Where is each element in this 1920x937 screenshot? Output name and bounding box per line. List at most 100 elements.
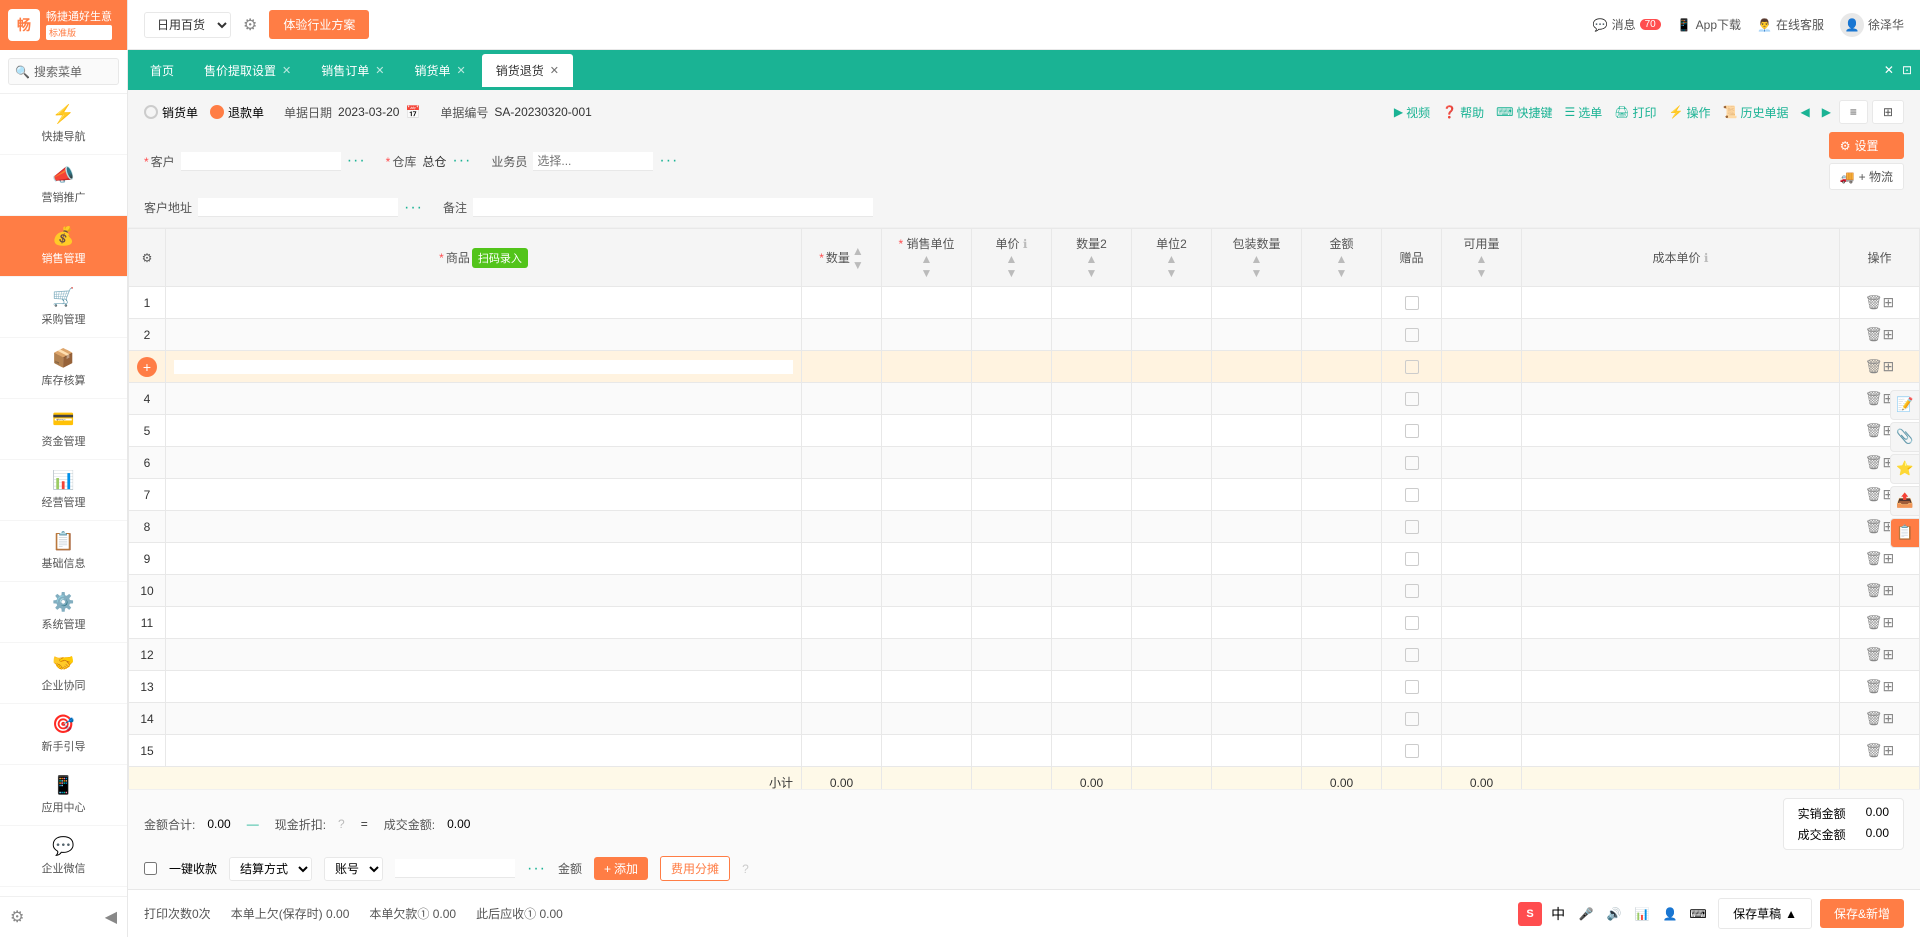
qty2-cell[interactable] <box>1052 671 1132 703</box>
topbar-settings-icon[interactable]: ⚙ <box>243 15 257 35</box>
unit-cell[interactable] <box>882 735 972 767</box>
unit2-cell[interactable] <box>1132 479 1212 511</box>
save-draft-btn[interactable]: 保存草稿 ▲ <box>1718 898 1812 929</box>
sidebar-item-finance[interactable]: 💳 资金管理 <box>0 399 127 460</box>
packqty-cell[interactable] <box>1212 479 1302 511</box>
price-cell[interactable] <box>972 287 1052 319</box>
help-btn[interactable]: ❓ 帮助 <box>1442 104 1484 121</box>
amount-sort[interactable]: ▲▼ <box>1310 252 1373 280</box>
qty-cell[interactable] <box>802 639 882 671</box>
gift-checkbox[interactable] <box>1405 712 1419 726</box>
packqty-sort[interactable]: ▲▼ <box>1220 252 1293 280</box>
fee-help-icon[interactable]: ? <box>742 862 749 876</box>
account-input[interactable] <box>395 859 515 878</box>
unit-cell[interactable] <box>882 511 972 543</box>
cost-price-cell[interactable] <box>1522 383 1840 415</box>
qty-cell[interactable] <box>802 447 882 479</box>
available-cell[interactable] <box>1442 447 1522 479</box>
copy-row-btn[interactable]: ⊞ <box>1883 742 1895 759</box>
float-active-btn[interactable]: 📋 <box>1890 518 1920 548</box>
price-cell[interactable] <box>972 735 1052 767</box>
delete-row-btn[interactable]: 🗑 <box>1865 678 1883 695</box>
cost-price-cell[interactable] <box>1522 671 1840 703</box>
packqty-cell[interactable] <box>1212 447 1302 479</box>
qty-cell[interactable] <box>802 543 882 575</box>
amount-cell[interactable] <box>1302 383 1382 415</box>
delete-row-btn[interactable]: 🗑 <box>1865 582 1883 599</box>
gift-checkbox[interactable] <box>1405 744 1419 758</box>
next-btn[interactable]: ▶ <box>1822 105 1831 119</box>
unit-cell[interactable] <box>882 703 972 735</box>
cost-price-cell[interactable] <box>1522 703 1840 735</box>
packqty-cell[interactable] <box>1212 319 1302 351</box>
qty2-cell[interactable] <box>1052 639 1132 671</box>
tab-returns-close[interactable]: ✕ <box>550 64 559 77</box>
available-cell[interactable] <box>1442 671 1522 703</box>
table-view-btn[interactable]: ≡ <box>1839 100 1868 124</box>
price-sort[interactable]: ▲▼ <box>980 252 1043 280</box>
product-cell[interactable] <box>166 351 802 383</box>
sidebar-item-sales[interactable]: 💰 销售管理 <box>0 216 127 277</box>
product-cell[interactable] <box>166 479 802 511</box>
copy-row-btn[interactable]: ⊞ <box>1883 678 1895 695</box>
price-cell[interactable] <box>972 703 1052 735</box>
price-cell[interactable] <box>972 319 1052 351</box>
product-cell[interactable] <box>166 543 802 575</box>
available-cell[interactable] <box>1442 607 1522 639</box>
unit-sort[interactable]: ▲▼ <box>890 252 963 280</box>
packqty-cell[interactable] <box>1212 415 1302 447</box>
tab-home[interactable]: 首页 <box>136 54 188 87</box>
unit2-cell[interactable] <box>1132 607 1212 639</box>
grid-view-btn[interactable]: ⊞ <box>1872 100 1904 124</box>
customer-input[interactable] <box>181 152 341 171</box>
unit-cell[interactable] <box>882 607 972 639</box>
delete-row-btn[interactable]: 🗑 <box>1865 326 1883 343</box>
amount-cell[interactable] <box>1302 671 1382 703</box>
price-cell[interactable] <box>972 383 1052 415</box>
unit2-sort[interactable]: ▲▼ <box>1140 252 1203 280</box>
price-cell[interactable] <box>972 511 1052 543</box>
sidebar-item-guide[interactable]: 🎯 新手引导 <box>0 704 127 765</box>
available-cell[interactable] <box>1442 703 1522 735</box>
gift-checkbox[interactable] <box>1405 616 1419 630</box>
unit2-cell[interactable] <box>1132 351 1212 383</box>
delete-row-btn[interactable]: 🗑 <box>1865 390 1883 407</box>
unit2-cell[interactable] <box>1132 703 1212 735</box>
costprice-info-icon[interactable]: ℹ <box>1704 251 1709 265</box>
product-cell[interactable] <box>166 383 802 415</box>
qty2-cell[interactable] <box>1052 319 1132 351</box>
table-settings-icon[interactable]: ⚙ <box>142 251 153 265</box>
close-all-icon[interactable]: ✕ <box>1884 63 1894 77</box>
delete-row-btn[interactable]: 🗑 <box>1865 294 1883 311</box>
online-service-btn[interactable]: 👨‍💼 在线客服 <box>1757 16 1824 33</box>
cost-price-cell[interactable] <box>1522 543 1840 575</box>
qty2-cell[interactable] <box>1052 479 1132 511</box>
gift-checkbox[interactable] <box>1405 584 1419 598</box>
qty2-cell[interactable] <box>1052 543 1132 575</box>
formula-help-icon[interactable]: ? <box>338 817 345 831</box>
tab-returns[interactable]: 销货退货 ✕ <box>482 54 573 87</box>
im-person-icon[interactable]: 👤 <box>1658 902 1682 926</box>
available-cell[interactable] <box>1442 287 1522 319</box>
sidebar-item-apps[interactable]: 📱 应用中心 <box>0 765 127 826</box>
available-cell[interactable] <box>1442 415 1522 447</box>
qty2-cell[interactable] <box>1052 287 1132 319</box>
unit-cell[interactable] <box>882 415 972 447</box>
history-btn[interactable]: 📜 历史单据 <box>1722 104 1788 121</box>
packqty-cell[interactable] <box>1212 511 1302 543</box>
im-key-icon[interactable]: ⌨ <box>1686 902 1710 926</box>
amount-cell[interactable] <box>1302 575 1382 607</box>
qty-cell[interactable] <box>802 319 882 351</box>
available-cell[interactable] <box>1442 735 1522 767</box>
sidebar-settings-btn[interactable]: ⚙ <box>10 907 24 927</box>
copy-row-btn[interactable]: ⊞ <box>1883 294 1895 311</box>
available-cell[interactable] <box>1442 575 1522 607</box>
unit2-cell[interactable] <box>1132 575 1212 607</box>
packqty-cell[interactable] <box>1212 543 1302 575</box>
cost-price-cell[interactable] <box>1522 447 1840 479</box>
qty2-cell[interactable] <box>1052 703 1132 735</box>
delete-row-btn[interactable]: 🗑 <box>1865 486 1883 503</box>
copy-row-btn[interactable]: ⊞ <box>1883 582 1895 599</box>
packqty-cell[interactable] <box>1212 607 1302 639</box>
sidebar-item-system[interactable]: ⚙️ 系统管理 <box>0 582 127 643</box>
